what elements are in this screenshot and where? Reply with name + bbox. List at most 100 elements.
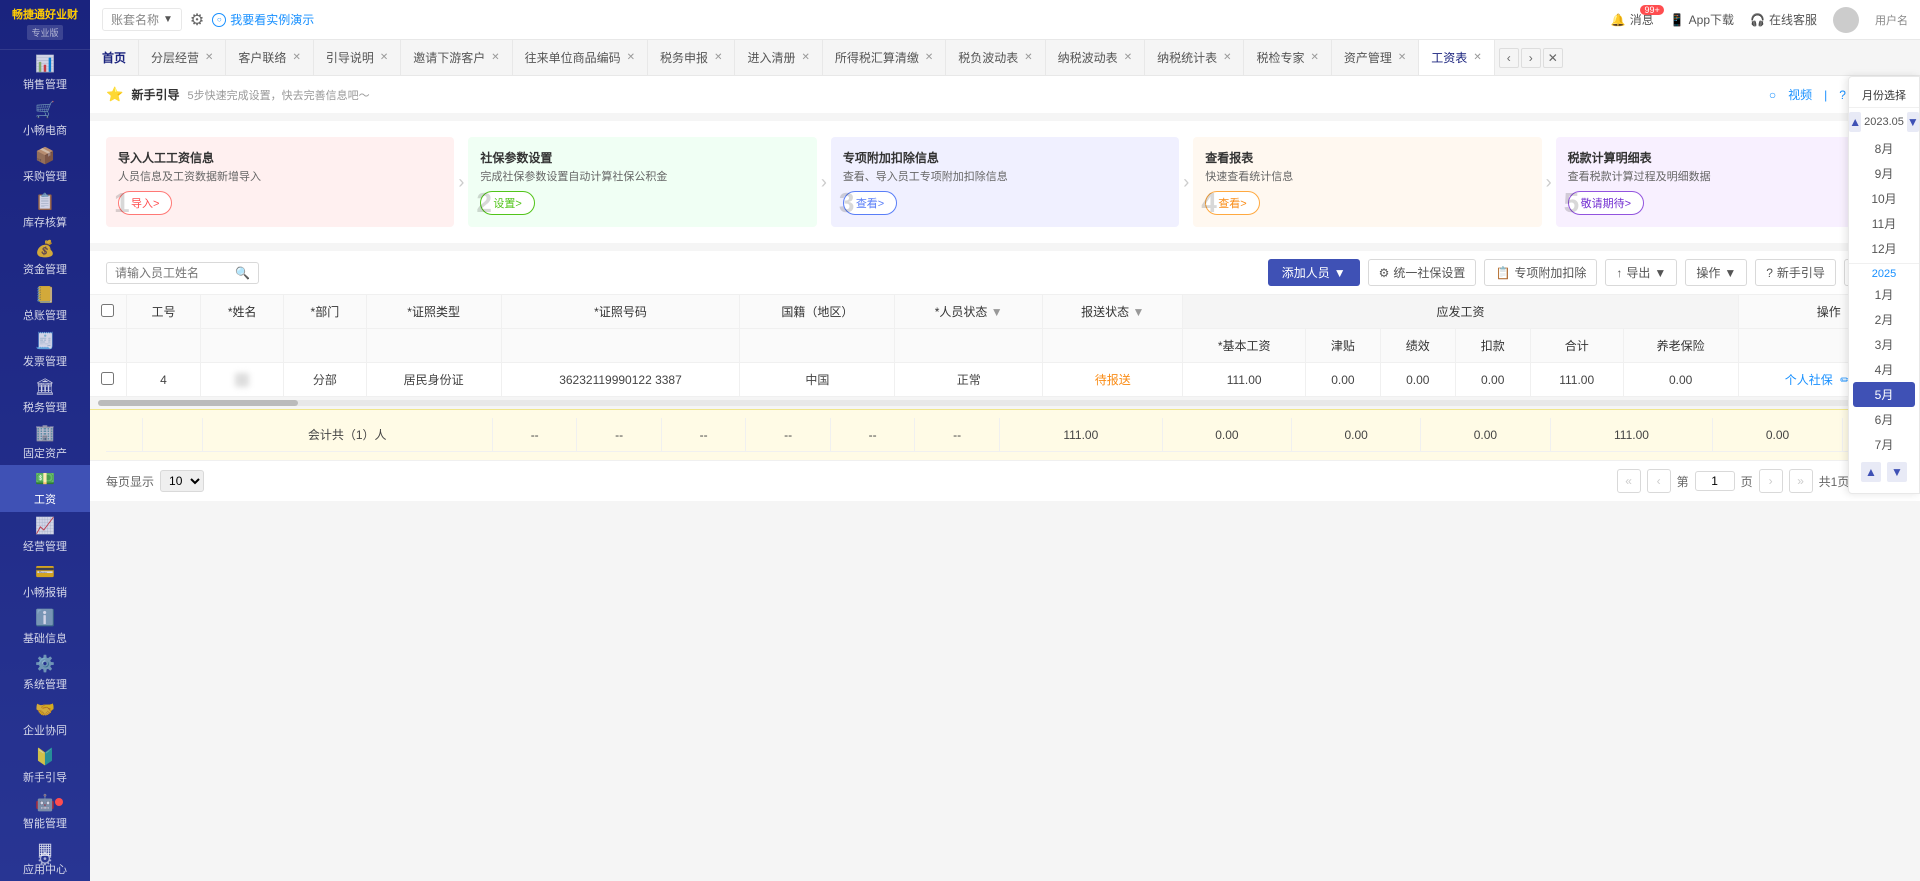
first-page-button[interactable]: « (1617, 469, 1641, 493)
page-input[interactable] (1695, 471, 1735, 491)
tab-close-icon[interactable]: ✕ (627, 52, 635, 63)
tab-close-icon[interactable]: ✕ (205, 52, 213, 63)
avatar[interactable] (1833, 7, 1859, 33)
month-1[interactable]: 1月 (1849, 282, 1919, 307)
horizontal-scrollbar[interactable] (90, 397, 1920, 409)
personal-insurance-link[interactable]: 个人社保 (1785, 373, 1833, 387)
tab-close-icon[interactable]: ✕ (1223, 52, 1231, 63)
special-deduction-button[interactable]: 📋 专项附加扣除 (1484, 259, 1597, 286)
tab-tax-expert[interactable]: 税检专家 ✕ (1244, 40, 1331, 76)
settings-icon[interactable]: ⚙ (0, 837, 90, 881)
last-page-button[interactable]: » (1789, 469, 1813, 493)
tab-prev-icon[interactable]: ‹ (1499, 48, 1519, 68)
tab-close-icon[interactable]: ✕ (491, 52, 499, 63)
sidebar-item-inventory[interactable]: 📋 库存核算 (0, 188, 90, 234)
sidebar-item-reimbursement[interactable]: 💳 小畅报销 (0, 558, 90, 604)
year-up-icon[interactable]: ▲ (1849, 112, 1861, 132)
sidebar-item-guide[interactable]: 🔰 新手引导 (0, 742, 90, 788)
tab-tax-stat[interactable]: 纳税统计表 ✕ (1145, 40, 1244, 76)
tab-close-icon[interactable]: ✕ (925, 52, 933, 63)
tab-product-code[interactable]: 往来单位商品编码 ✕ (513, 40, 648, 76)
tab-customer[interactable]: 客户联络 ✕ (226, 40, 313, 76)
scroll-up-icon[interactable]: ▲ (1861, 462, 1881, 482)
month-4[interactable]: 4月 (1849, 357, 1919, 382)
sidebar-item-salary[interactable]: 💵 工资 (0, 465, 90, 511)
tab-assets[interactable]: 资产管理 ✕ (1332, 40, 1419, 76)
sidebar-item-management[interactable]: 📈 经营管理 (0, 512, 90, 558)
sidebar-item-ai[interactable]: 🤖 智能管理 (0, 789, 90, 835)
tab-home[interactable]: 首页 (90, 40, 139, 76)
tab-close-icon[interactable]: ✕ (1024, 52, 1032, 63)
tab-guide-desc[interactable]: 引导说明 ✕ (314, 40, 401, 76)
sidebar-item-system[interactable]: ⚙️ 系统管理 (0, 650, 90, 696)
sidebar-item-purchase[interactable]: 📦 采购管理 (0, 142, 90, 188)
tab-tax-report[interactable]: 税务申报 ✕ (648, 40, 735, 76)
account-dropdown[interactable]: 账套名称 ▼ (102, 8, 182, 31)
app-download-button[interactable]: 📱 App下载 (1670, 11, 1734, 28)
tab-close-active-icon[interactable]: ✕ (1473, 52, 1481, 63)
tab-close-icon[interactable]: ✕ (801, 52, 809, 63)
tab-salary[interactable]: 工资表 ✕ (1419, 40, 1494, 76)
month-12[interactable]: 12月 (1849, 236, 1919, 261)
month-2[interactable]: 2月 (1849, 307, 1919, 332)
row-select-checkbox[interactable] (101, 372, 114, 385)
search-input[interactable] (115, 266, 235, 280)
sidebar-item-sales[interactable]: 📊 销售管理 (0, 50, 90, 96)
sidebar-item-ledger[interactable]: 📒 总账管理 (0, 281, 90, 327)
cell-pension: 0.00 (1623, 363, 1738, 397)
guide-video-link[interactable]: 视频 (1788, 86, 1812, 103)
export-button[interactable]: ↑ 导出 ▼ (1605, 259, 1677, 286)
tab-close-icon[interactable]: ✕ (1398, 52, 1406, 63)
th-deduction: 扣款 (1455, 329, 1530, 363)
filter-icon-2[interactable]: ▼ (1133, 305, 1145, 319)
tab-stratified[interactable]: 分层经营 ✕ (139, 40, 226, 76)
tab-close-all-icon[interactable]: ✕ (1543, 48, 1563, 68)
add-person-button[interactable]: 添加人员 ▼ (1268, 259, 1360, 286)
online-service-button[interactable]: 🎧 在线客服 (1750, 11, 1817, 28)
month-11[interactable]: 11月 (1849, 211, 1919, 236)
tab-next-icon[interactable]: › (1521, 48, 1541, 68)
demo-link[interactable]: ○ 我要看实例演示 (212, 11, 314, 28)
tab-close-icon[interactable]: ✕ (380, 52, 388, 63)
topbar-gear-icon[interactable]: ⚙ (190, 10, 204, 30)
new-guide-button[interactable]: ? 新手引导 (1755, 259, 1836, 286)
row-checkbox (90, 363, 126, 397)
guide-subtitle: 5步快速完成设置，快去完善信息吧～ (187, 87, 369, 103)
year-down-icon[interactable]: ▼ (1907, 112, 1919, 132)
sidebar-item-finance[interactable]: 💰 资金管理 (0, 235, 90, 281)
sidebar-item-collab[interactable]: 🤝 企业协同 (0, 696, 90, 742)
month-10[interactable]: 10月 (1849, 186, 1919, 211)
month-7[interactable]: 7月 (1849, 432, 1919, 457)
month-9[interactable]: 9月 (1849, 161, 1919, 186)
scroll-down-icon[interactable]: ▼ (1887, 462, 1907, 482)
month-3[interactable]: 3月 (1849, 332, 1919, 357)
search-icon[interactable]: 🔍 (235, 266, 250, 280)
guide-icon-small: ? (1766, 266, 1773, 280)
sidebar-item-ecommerce[interactable]: 🛒 小畅电商 (0, 96, 90, 142)
sidebar-item-assets[interactable]: 🏢 固定资产 (0, 419, 90, 465)
tab-tax-wave[interactable]: 纳税波动表 ✕ (1046, 40, 1145, 76)
sidebar-item-basic[interactable]: ℹ️ 基础信息 (0, 604, 90, 650)
filter-icon[interactable]: ▼ (991, 305, 1003, 319)
month-8[interactable]: 8月 (1849, 136, 1919, 161)
tab-income-tax[interactable]: 所得税汇算清缴 ✕ (823, 40, 946, 76)
tab-clearance[interactable]: 进入清册 ✕ (735, 40, 822, 76)
tab-tax-burden[interactable]: 税负波动表 ✕ (946, 40, 1045, 76)
action-button[interactable]: 操作 ▼ (1685, 259, 1747, 286)
per-page-select[interactable]: 10 20 50 (160, 470, 204, 492)
tab-close-icon[interactable]: ✕ (714, 52, 722, 63)
month-5-active[interactable]: 5月 (1853, 382, 1915, 407)
month-6[interactable]: 6月 (1849, 407, 1919, 432)
tab-close-icon[interactable]: ✕ (1311, 52, 1319, 63)
next-page-button[interactable]: › (1759, 469, 1783, 493)
sidebar-item-invoice[interactable]: 🧾 发票管理 (0, 327, 90, 373)
prev-page-button[interactable]: ‹ (1647, 469, 1671, 493)
sidebar-item-tax[interactable]: 🏛 税务管理 (0, 373, 90, 419)
message-button[interactable]: 🔔 消息 99+ (1611, 11, 1654, 28)
select-all-checkbox[interactable] (101, 304, 114, 317)
tab-close-icon[interactable]: ✕ (292, 52, 300, 63)
tab-close-icon[interactable]: ✕ (1124, 52, 1132, 63)
social-security-settings-button[interactable]: ⚙ 统一社保设置 (1368, 259, 1477, 286)
tab-invite[interactable]: 邀请下游客户 ✕ (401, 40, 512, 76)
username[interactable]: 用户名 (1875, 12, 1908, 28)
